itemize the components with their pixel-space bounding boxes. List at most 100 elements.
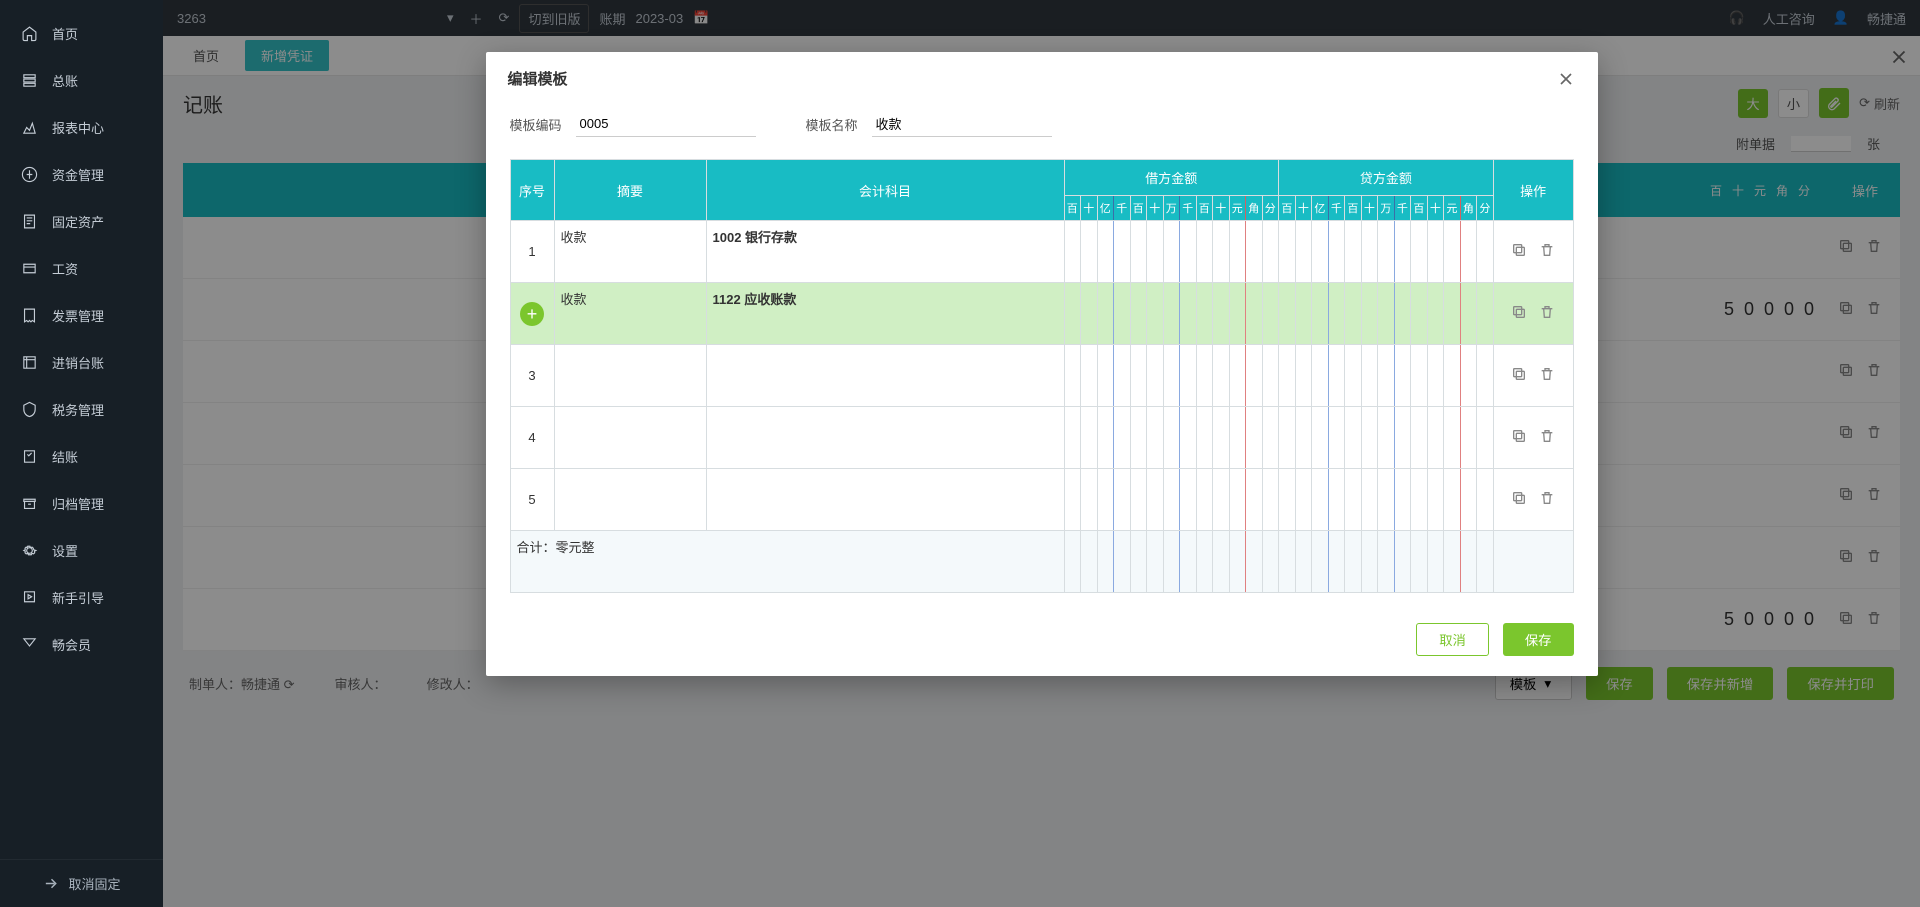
amount-cell[interactable] [1246,283,1263,345]
amount-cell[interactable] [1295,345,1312,407]
amount-cell[interactable] [1378,469,1395,531]
amount-cell[interactable] [1394,221,1411,283]
add-row-button[interactable]: + [520,302,544,326]
amount-cell[interactable] [1279,283,1296,345]
amount-cell[interactable] [1312,345,1329,407]
amount-cell[interactable] [1229,221,1246,283]
amount-cell[interactable] [1477,407,1494,469]
amount-cell[interactable] [1295,407,1312,469]
summary-cell[interactable]: 收款 [554,221,706,283]
amount-cell[interactable] [1213,221,1230,283]
amount-cell[interactable] [1312,221,1329,283]
copy-row-icon[interactable] [1511,242,1527,261]
delete-row-icon[interactable] [1539,366,1555,385]
amount-cell[interactable] [1229,283,1246,345]
sidebar-item-8[interactable]: 税务管理 [0,386,163,433]
subject-cell[interactable]: 1002 银行存款 [706,221,1064,283]
amount-cell[interactable] [1147,345,1164,407]
amount-cell[interactable] [1147,221,1164,283]
amount-cell[interactable] [1460,469,1477,531]
sidebar-item-0[interactable]: 首页 [0,10,163,57]
amount-cell[interactable] [1213,345,1230,407]
amount-cell[interactable] [1130,407,1147,469]
amount-cell[interactable] [1411,469,1428,531]
amount-cell[interactable] [1180,283,1197,345]
amount-cell[interactable] [1411,407,1428,469]
amount-cell[interactable] [1229,469,1246,531]
amount-cell[interactable] [1097,469,1114,531]
sidebar-item-12[interactable]: 新手引导 [0,574,163,621]
amount-cell[interactable] [1130,221,1147,283]
sidebar-item-6[interactable]: 发票管理 [0,292,163,339]
amount-cell[interactable] [1477,283,1494,345]
amount-cell[interactable] [1411,283,1428,345]
amount-cell[interactable] [1246,221,1263,283]
copy-row-icon[interactable] [1511,490,1527,509]
amount-cell[interactable] [1213,469,1230,531]
amount-cell[interactable] [1427,407,1444,469]
amount-cell[interactable] [1328,407,1345,469]
amount-cell[interactable] [1163,469,1180,531]
amount-cell[interactable] [1378,345,1395,407]
delete-row-icon[interactable] [1539,304,1555,323]
amount-cell[interactable] [1378,283,1395,345]
amount-cell[interactable] [1196,283,1213,345]
amount-cell[interactable] [1345,407,1362,469]
amount-cell[interactable] [1411,345,1428,407]
amount-cell[interactable] [1477,345,1494,407]
amount-cell[interactable] [1378,221,1395,283]
amount-cell[interactable] [1361,407,1378,469]
amount-cell[interactable] [1427,221,1444,283]
amount-cell[interactable] [1312,407,1329,469]
amount-cell[interactable] [1147,283,1164,345]
amount-cell[interactable] [1345,469,1362,531]
modal-save-button[interactable]: 保存 [1503,623,1574,656]
sidebar-item-5[interactable]: 工资 [0,245,163,292]
delete-row-icon[interactable] [1539,428,1555,447]
amount-cell[interactable] [1229,345,1246,407]
amount-cell[interactable] [1114,469,1131,531]
amount-cell[interactable] [1394,469,1411,531]
summary-cell[interactable] [554,407,706,469]
amount-cell[interactable] [1246,345,1263,407]
sidebar-item-3[interactable]: 资金管理 [0,151,163,198]
amount-cell[interactable] [1312,283,1329,345]
amount-cell[interactable] [1460,221,1477,283]
sidebar-unpin[interactable]: 取消固定 [0,859,163,907]
amount-cell[interactable] [1163,345,1180,407]
amount-cell[interactable] [1114,283,1131,345]
amount-cell[interactable] [1262,469,1279,531]
amount-cell[interactable] [1328,221,1345,283]
sidebar-item-7[interactable]: 进销台账 [0,339,163,386]
amount-cell[interactable] [1163,221,1180,283]
amount-cell[interactable] [1081,407,1098,469]
amount-cell[interactable] [1163,407,1180,469]
amount-cell[interactable] [1163,283,1180,345]
sidebar-item-10[interactable]: 归档管理 [0,480,163,527]
template-name-input[interactable] [872,111,1052,137]
amount-cell[interactable] [1279,345,1296,407]
amount-cell[interactable] [1279,407,1296,469]
copy-row-icon[interactable] [1511,304,1527,323]
amount-cell[interactable] [1345,283,1362,345]
subject-cell[interactable] [706,407,1064,469]
amount-cell[interactable] [1328,469,1345,531]
amount-cell[interactable] [1114,407,1131,469]
subject-cell[interactable]: 1122 应收账款 [706,283,1064,345]
amount-cell[interactable] [1180,407,1197,469]
amount-cell[interactable] [1328,345,1345,407]
amount-cell[interactable] [1444,345,1461,407]
summary-cell[interactable] [554,345,706,407]
amount-cell[interactable] [1279,221,1296,283]
amount-cell[interactable] [1477,469,1494,531]
amount-cell[interactable] [1147,407,1164,469]
amount-cell[interactable] [1081,345,1098,407]
summary-cell[interactable] [554,469,706,531]
amount-cell[interactable] [1229,407,1246,469]
amount-cell[interactable] [1295,221,1312,283]
amount-cell[interactable] [1460,345,1477,407]
amount-cell[interactable] [1444,469,1461,531]
delete-row-icon[interactable] [1539,242,1555,261]
amount-cell[interactable] [1394,345,1411,407]
amount-cell[interactable] [1064,469,1081,531]
